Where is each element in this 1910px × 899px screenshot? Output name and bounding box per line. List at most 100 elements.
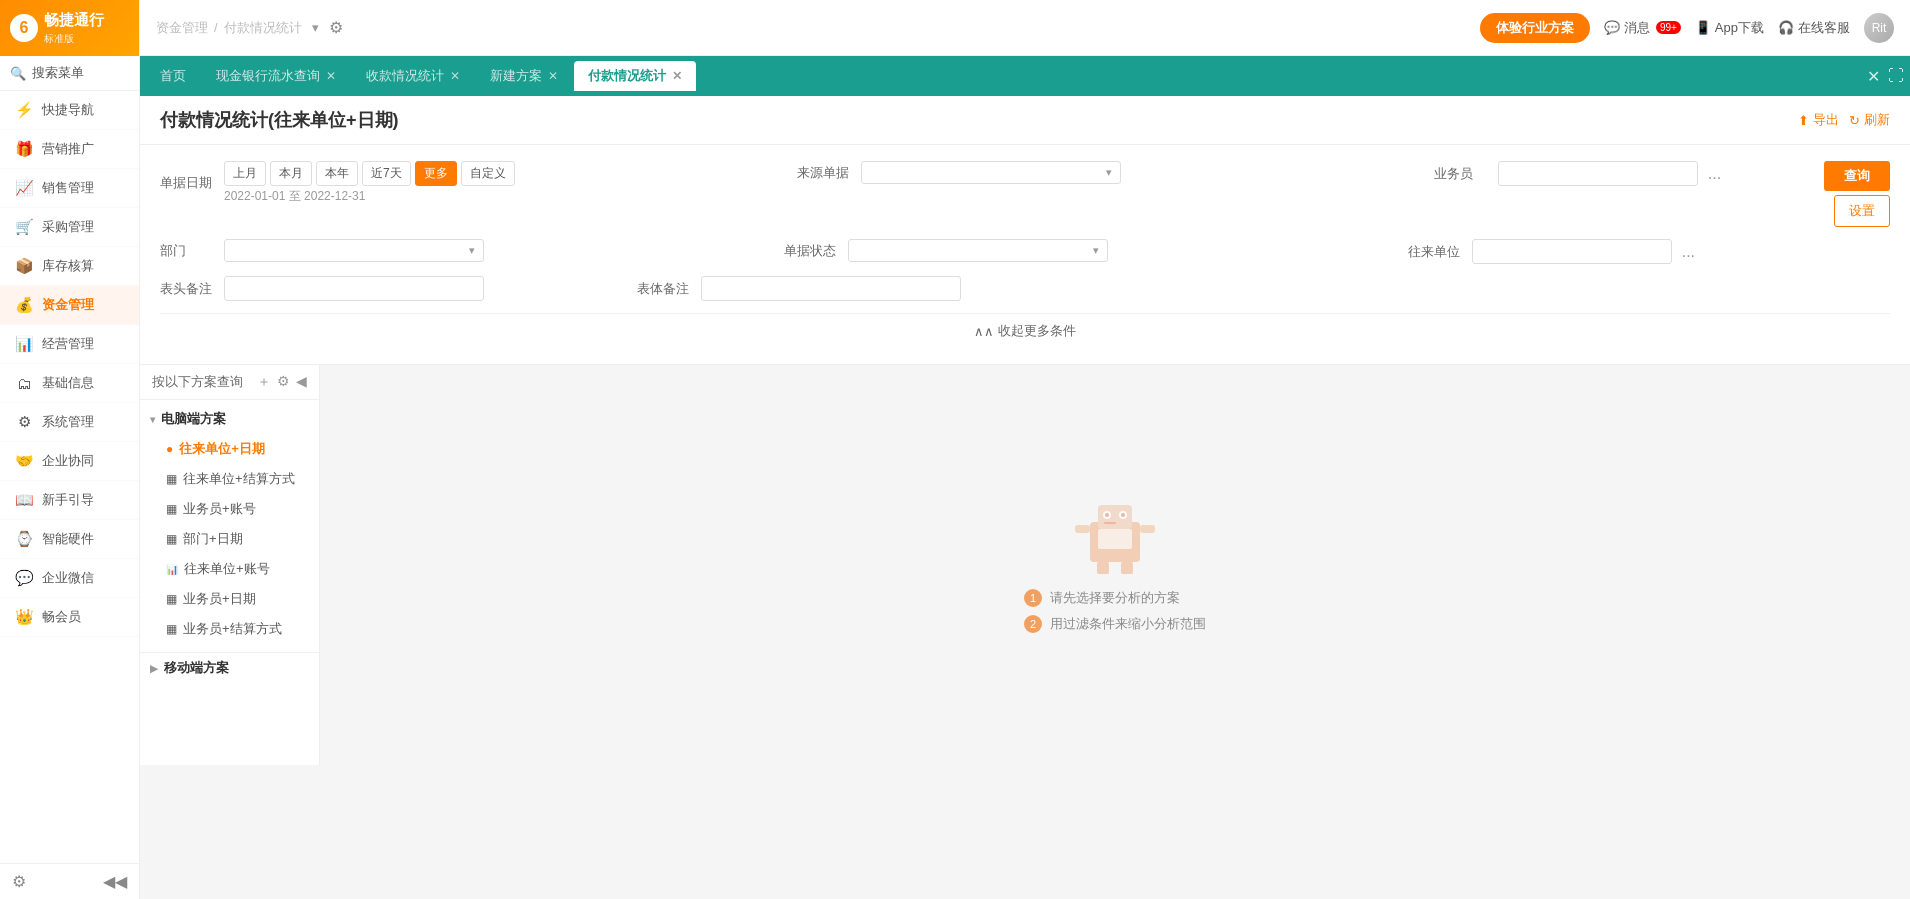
sidebar-item-guide[interactable]: 📖 新手引导 xyxy=(0,481,139,520)
sidebar-settings-icon[interactable]: ⚙ xyxy=(12,872,26,891)
tab-new-plan[interactable]: 新建方案 ✕ xyxy=(476,61,572,91)
empty-state: 1 请先选择要分析的方案 2 用过滤条件来缩小分析范围 xyxy=(1024,497,1206,633)
desktop-group-header[interactable]: ▾ 电脑端方案 xyxy=(140,404,319,434)
panel-add-icon[interactable]: ＋ xyxy=(257,373,271,391)
quick-nav-icon: ⚡ xyxy=(14,101,34,119)
more-btn[interactable]: 更多 xyxy=(415,161,457,186)
tab-home[interactable]: 首页 xyxy=(146,61,200,91)
salesperson-label: 业务员 xyxy=(1434,165,1490,183)
scheme-salesperson-account[interactable]: ▦ 业务员+账号 xyxy=(140,494,319,524)
scheme-icon-ca: 📊 xyxy=(166,564,178,575)
tip-num-2: 2 xyxy=(1024,615,1042,633)
header-note-input[interactable] xyxy=(224,276,484,301)
scheme-counterpart-account[interactable]: 📊 往来单位+账号 xyxy=(140,554,319,584)
mobile-scheme-group: ▶ 移动端方案 xyxy=(140,648,319,687)
sidebar-item-enterprise[interactable]: 🤝 企业协同 xyxy=(0,442,139,481)
svg-point-5 xyxy=(1121,513,1125,517)
body-note-control xyxy=(701,276,1094,301)
sidebar-item-system[interactable]: ⚙ 系统管理 xyxy=(0,403,139,442)
panel-settings-icon[interactable]: ⚙ xyxy=(277,373,290,391)
sidebar-item-quick-nav[interactable]: ⚡ 快捷导航 xyxy=(0,91,139,130)
scheme-label: 往来单位+结算方式 xyxy=(183,470,295,488)
guide-icon: 📖 xyxy=(14,491,34,509)
custom-btn[interactable]: 自定义 xyxy=(461,161,515,186)
tab-new-plan-close[interactable]: ✕ xyxy=(548,69,558,83)
voucher-date-control: 上月 本月 本年 近7天 更多 自定义 2022-01-01 至 2022-12… xyxy=(224,161,777,205)
topbar-settings-icon[interactable]: ⚙ xyxy=(329,18,343,37)
scheme-department-date[interactable]: ▦ 部门+日期 xyxy=(140,524,319,554)
sidebar-item-label: 库存核算 xyxy=(42,257,94,275)
member-icon: 👑 xyxy=(14,608,34,626)
messages-item[interactable]: 💬 消息 99+ xyxy=(1604,19,1681,37)
marketing-icon: 🎁 xyxy=(14,140,34,158)
voucher-status-select[interactable]: ▾ xyxy=(848,239,1108,262)
scheme-counterpart-date[interactable]: ● 往来单位+日期 xyxy=(140,434,319,464)
user-avatar[interactable]: Rit xyxy=(1864,13,1894,43)
filter-settings-button[interactable]: 设置 xyxy=(1834,195,1890,227)
date-buttons: 上月 本月 本年 近7天 更多 自定义 xyxy=(224,161,515,186)
sidebar-item-label: 采购管理 xyxy=(42,218,94,236)
page-header-actions: ⬆ 导出 ↻ 刷新 xyxy=(1798,111,1890,129)
topbar-dropdown-icon[interactable]: ▾ xyxy=(312,20,319,35)
counterpart-input[interactable] xyxy=(1472,239,1672,264)
header-note-control xyxy=(224,276,617,301)
last-7days-btn[interactable]: 近7天 xyxy=(362,161,411,186)
this-year-btn[interactable]: 本年 xyxy=(316,161,358,186)
counterpart-dots-btn[interactable]: ... xyxy=(1676,241,1701,263)
filter-item-source-voucher: 来源单据 ▾ xyxy=(797,161,1414,184)
tab-receipt-stats[interactable]: 收款情况统计 ✕ xyxy=(352,61,474,91)
panel-collapse-icon[interactable]: ◀ xyxy=(296,373,307,391)
sidebar-item-label: 畅会员 xyxy=(42,608,81,626)
sidebar-search[interactable]: 🔍 搜索菜单 xyxy=(0,56,139,91)
sidebar-item-purchase[interactable]: 🛒 采购管理 xyxy=(0,208,139,247)
mobile-group-label: 移动端方案 xyxy=(164,659,229,677)
sidebar-item-member[interactable]: 👑 畅会员 xyxy=(0,598,139,637)
svg-rect-11 xyxy=(1098,529,1132,549)
tab-bank-flow[interactable]: 现金银行流水查询 ✕ xyxy=(202,61,350,91)
scheme-counterpart-payment[interactable]: ▦ 往来单位+结算方式 xyxy=(140,464,319,494)
sidebar-collapse-btn[interactable]: ◀◀ xyxy=(103,872,127,891)
empty-svg xyxy=(1070,497,1160,577)
salesperson-input[interactable] xyxy=(1498,161,1698,186)
scheme-salesperson-payment[interactable]: ▦ 业务员+结算方式 xyxy=(140,614,319,644)
last-month-btn[interactable]: 上月 xyxy=(224,161,266,186)
mobile-group-header[interactable]: ▶ 移动端方案 xyxy=(140,652,319,683)
filter-item-department: 部门 ▾ xyxy=(160,239,764,262)
scheme-salesperson-date[interactable]: ▦ 业务员+日期 xyxy=(140,584,319,614)
filter-area: 单据日期 上月 本月 本年 近7天 更多 自定义 2022-01-01 xyxy=(140,145,1910,365)
sidebar-item-hardware[interactable]: ⌚ 智能硬件 xyxy=(0,520,139,559)
tab-receipt-stats-close[interactable]: ✕ xyxy=(450,69,460,83)
app-download-item[interactable]: 📱 App下载 xyxy=(1695,19,1764,37)
trial-button[interactable]: 体验行业方案 xyxy=(1480,13,1590,43)
tab-bank-flow-close[interactable]: ✕ xyxy=(326,69,336,83)
body-note-input[interactable] xyxy=(701,276,961,301)
sidebar-item-sales[interactable]: 📈 销售管理 xyxy=(0,169,139,208)
sidebar-item-inventory[interactable]: 📦 库存核算 xyxy=(0,247,139,286)
sidebar-item-operation[interactable]: 📊 经营管理 xyxy=(0,325,139,364)
refresh-button[interactable]: ↻ 刷新 xyxy=(1849,111,1890,129)
this-month-btn[interactable]: 本月 xyxy=(270,161,312,186)
query-button[interactable]: 查询 xyxy=(1824,161,1890,191)
export-button[interactable]: ⬆ 导出 xyxy=(1798,111,1839,129)
sidebar-item-label: 经营管理 xyxy=(42,335,94,353)
salesperson-dots-btn[interactable]: ... xyxy=(1702,163,1727,185)
sidebar-item-finance[interactable]: 💰 资金管理 xyxy=(0,286,139,325)
refresh-label: 刷新 xyxy=(1864,111,1890,129)
collapse-more-btn[interactable]: ∧∧ 收起更多条件 xyxy=(160,313,1890,348)
department-select[interactable]: ▾ xyxy=(224,239,484,262)
sidebar-item-basic[interactable]: 🗂 基础信息 xyxy=(0,364,139,403)
tabs-close-all-icon[interactable]: ✕ xyxy=(1867,67,1880,86)
source-voucher-select[interactable]: ▾ xyxy=(861,161,1121,184)
sidebar-item-wechat[interactable]: 💬 企业微信 xyxy=(0,559,139,598)
filter-item-header-note: 表头备注 xyxy=(160,276,617,301)
svg-rect-7 xyxy=(1075,525,1090,533)
scheme-label: 往来单位+账号 xyxy=(184,560,270,578)
headset-icon: 🎧 xyxy=(1778,20,1794,35)
online-service-item[interactable]: 🎧 在线客服 xyxy=(1778,19,1850,37)
breadcrumb-current: 付款情况统计 xyxy=(224,19,302,37)
sidebar-item-marketing[interactable]: 🎁 营销推广 xyxy=(0,130,139,169)
tab-payment-stats[interactable]: 付款情况统计 ✕ xyxy=(574,61,696,91)
sidebar-item-label: 基础信息 xyxy=(42,374,94,392)
tabs-maximize-icon[interactable]: ⛶ xyxy=(1888,67,1904,85)
tab-payment-stats-close[interactable]: ✕ xyxy=(672,69,682,83)
